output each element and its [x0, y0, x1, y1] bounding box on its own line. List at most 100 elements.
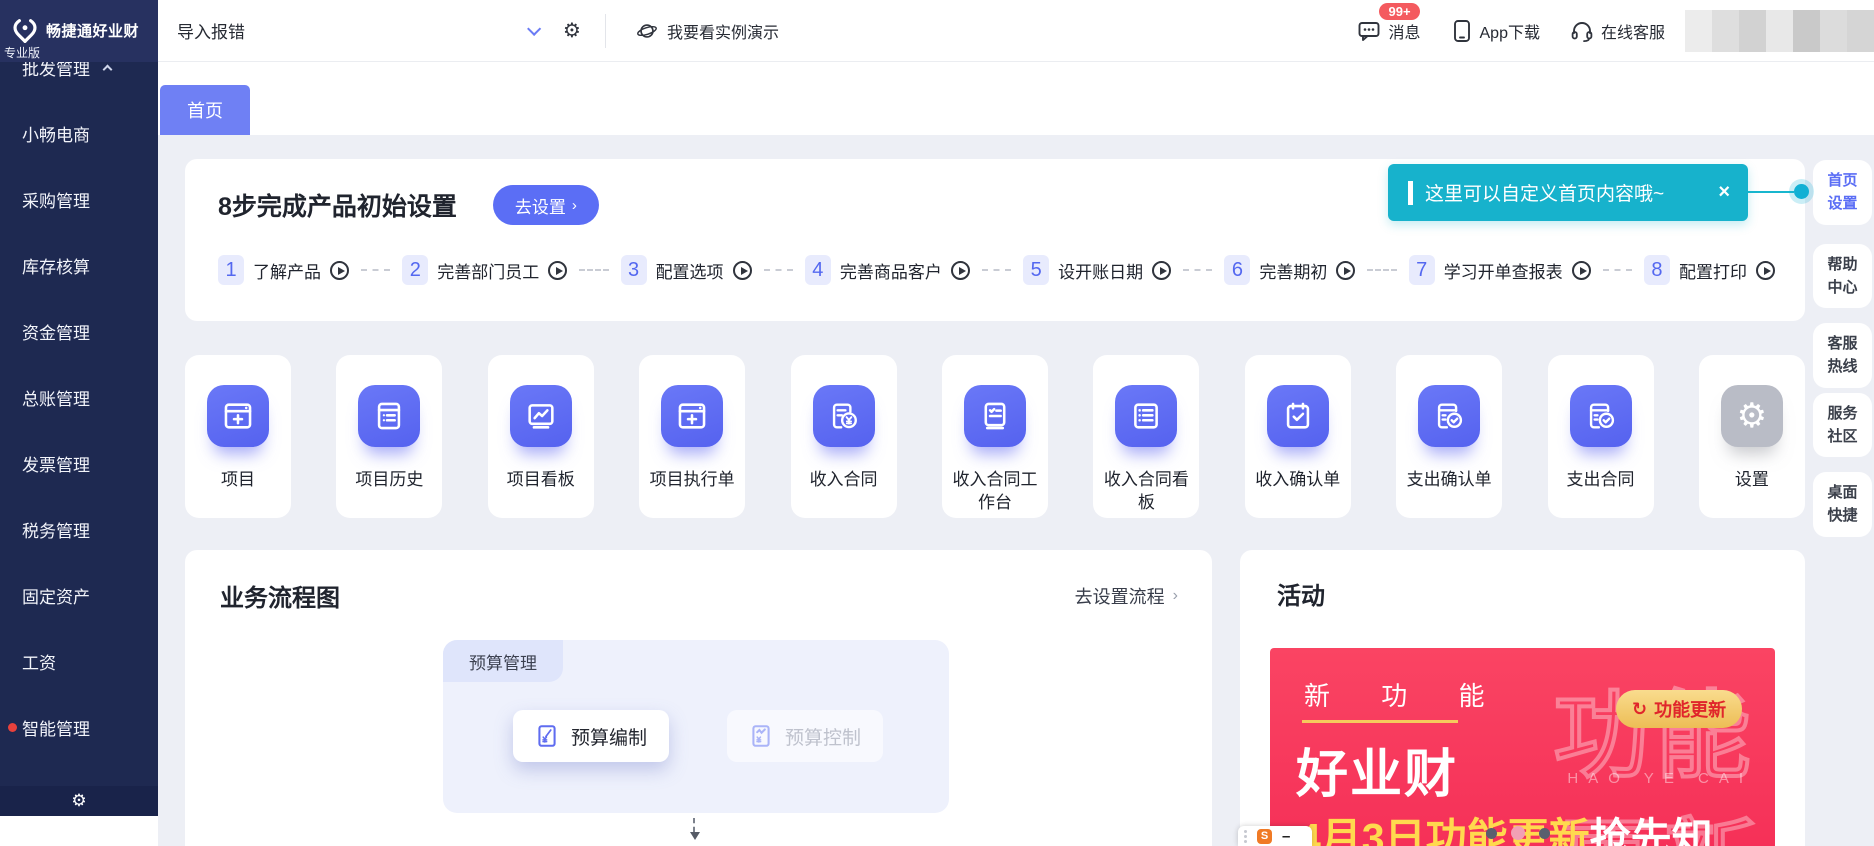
carousel-dots[interactable]: [1486, 826, 1550, 840]
tile-project-board[interactable]: 项目看板: [487, 355, 594, 518]
workspace-dropdown[interactable]: 导入报错: [177, 18, 542, 43]
step-connector: [1367, 269, 1397, 271]
tab-home[interactable]: 首页: [160, 85, 250, 135]
setup-step: 4 完善商品客户: [804, 255, 970, 285]
setup-step: 3 配置选项: [620, 255, 752, 285]
online-service-button[interactable]: 在线客服: [1570, 19, 1665, 43]
doc-plus-icon: [661, 385, 724, 447]
setup-step: 5 设开账日期: [1023, 255, 1172, 285]
tile-label: 项目看板: [506, 470, 575, 489]
dock-service-hotline[interactable]: 客服热线: [1813, 323, 1872, 388]
dock-service-community[interactable]: 服务社区: [1813, 392, 1872, 457]
app-window: 畅捷通好业财 专业版 导入报错 ⚙ 我要看实例演示 99+ 消息 App下载 在…: [0, 0, 1874, 846]
tile-project[interactable]: 项目: [185, 355, 291, 518]
sidebar-item-funds[interactable]: 资金管理: [0, 298, 158, 364]
sidebar-item-ecommerce[interactable]: 小畅电商: [0, 100, 158, 166]
setup-step: 8 配置打印: [1643, 255, 1775, 285]
tile-project-history[interactable]: 项目历史: [336, 355, 443, 518]
budget-prepare-button[interactable]: 预算编制: [513, 710, 670, 762]
tile-income-confirmation[interactable]: 收入确认单: [1244, 355, 1351, 518]
step-connector: [579, 269, 609, 271]
sidebar-item-label: 批发管理: [22, 62, 90, 79]
sidebar-item-tax[interactable]: 税务管理: [0, 496, 158, 562]
play-icon[interactable]: [548, 260, 568, 280]
play-icon[interactable]: [732, 260, 752, 280]
step-label: 学习开单查报表: [1443, 262, 1563, 282]
doc-plus-icon: [207, 385, 269, 447]
go-setup-label: 去设置: [514, 197, 566, 217]
budget-control-button[interactable]: 预算控制: [727, 710, 884, 762]
feature-update-button[interactable]: ↻ 功能更新: [1616, 690, 1743, 728]
setup-flow-link[interactable]: 去设置流程 ›: [1075, 583, 1178, 609]
sidebar-menu: 批发管理 小畅电商 采购管理 库存核算 资金管理 总账管理 发票管理 税务管理 …: [0, 62, 158, 816]
sidebar-item-payroll[interactable]: 工资: [0, 628, 158, 694]
budget-prepare-label: 预算编制: [571, 727, 648, 749]
feature-update-label: 功能更新: [1654, 700, 1727, 720]
tile-label: 支出合同: [1566, 470, 1635, 489]
sidebar-item-label: 固定资产: [22, 587, 90, 607]
topbar-right-group: 99+ 消息 App下载 在线客服: [1327, 2, 1874, 52]
top-bar: 畅捷通好业财 专业版 导入报错 ⚙ 我要看实例演示 99+ 消息 App下载 在…: [0, 0, 1874, 62]
toast-connector-line: [1748, 191, 1794, 193]
play-icon[interactable]: [950, 260, 970, 280]
sidebar-item-label: 小畅电商: [22, 125, 90, 145]
app-download-button[interactable]: App下载: [1451, 19, 1540, 43]
sidebar-item-label: 税务管理: [22, 521, 90, 541]
sidebar-settings-button[interactable]: ⚙: [0, 786, 158, 816]
go-setup-button[interactable]: 去设置 ›: [492, 185, 599, 225]
step-label: 完善期初: [1259, 262, 1328, 282]
tile-project-execution[interactable]: 项目执行单: [639, 355, 746, 518]
business-flow-card: 业务流程图 去设置流程 › 预算管理 预算编制 预算控制: [185, 550, 1212, 846]
chevron-down-icon: [527, 21, 542, 36]
play-icon[interactable]: [330, 260, 349, 280]
sidebar-item-label: 库存核算: [22, 257, 90, 277]
doc-rows-icon: [1115, 385, 1178, 447]
play-icon[interactable]: [1755, 260, 1775, 280]
step-number: 8: [1643, 255, 1670, 285]
sidebar-item-smart[interactable]: 智能管理: [0, 694, 158, 760]
play-icon[interactable]: [1152, 260, 1172, 280]
sidebar-item-fixed-assets[interactable]: 固定资产: [0, 562, 158, 628]
gear-icon: ⚙: [71, 791, 87, 810]
settings-gear-icon[interactable]: ⚙: [563, 21, 581, 41]
tile-expense-contract[interactable]: 支出合同: [1547, 355, 1654, 518]
step-label: 配置打印: [1678, 262, 1747, 282]
online-service-label: 在线客服: [1600, 24, 1665, 42]
sidebar-item-inventory[interactable]: 库存核算: [0, 232, 158, 298]
sidebar-item-ledger[interactable]: 总账管理: [0, 364, 158, 430]
sidebar-item-label: 智能管理: [22, 719, 90, 739]
activity-banner[interactable]: 功能 更新 HAO YE CAI 新 功 能 好业财 4月3日功能更新抢先知 ↻…: [1270, 648, 1775, 846]
banner-watermark-latin: HAO YE CAI: [1567, 770, 1753, 787]
floating-widget[interactable]: S –: [1238, 826, 1312, 846]
sidebar-item-invoice[interactable]: 发票管理: [0, 430, 158, 496]
drag-handle[interactable]: [1244, 829, 1247, 843]
app-download-label: App下载: [1479, 24, 1540, 42]
banner-headline-rest: 抢先知: [1589, 815, 1713, 846]
tile-income-contract-board[interactable]: 收入合同看板: [1093, 355, 1200, 518]
tile-label: 收入合同: [809, 470, 878, 489]
dock-desktop-shortcut[interactable]: 桌面快捷: [1813, 472, 1872, 537]
setup-step: 7 学习开单查报表: [1408, 255, 1591, 285]
messages-button[interactable]: 99+ 消息: [1357, 2, 1421, 43]
dock-item-label: 帮助中心: [1827, 255, 1858, 296]
budget-control-label: 预算控制: [785, 727, 862, 749]
step-number: 4: [804, 255, 831, 285]
tile-settings[interactable]: ⚙ 设置: [1698, 355, 1805, 518]
doc-check-circle-icon: [1569, 385, 1632, 447]
tile-expense-confirmation[interactable]: 支出确认单: [1396, 355, 1503, 518]
demo-link-label: 我要看实例演示: [666, 24, 779, 42]
minimize-icon[interactable]: –: [1282, 829, 1290, 844]
close-icon[interactable]: ×: [1704, 181, 1730, 204]
dock-help-center[interactable]: 帮助中心: [1813, 243, 1872, 308]
sidebar-item-label: 工资: [22, 653, 56, 673]
step-number: 1: [218, 255, 244, 285]
play-icon[interactable]: [1336, 260, 1356, 280]
demo-link[interactable]: 我要看实例演示: [636, 19, 779, 43]
step-connector: [763, 269, 793, 271]
tile-income-contract-workbench[interactable]: 收入合同工作台: [941, 355, 1048, 518]
play-icon[interactable]: [1571, 260, 1591, 280]
sidebar-item-purchase[interactable]: 采购管理: [0, 166, 158, 232]
sidebar-item-wholesale[interactable]: 批发管理: [0, 62, 158, 100]
tile-income-contract[interactable]: 收入合同: [790, 355, 897, 518]
dock-home-settings[interactable]: 首页设置: [1813, 160, 1872, 225]
